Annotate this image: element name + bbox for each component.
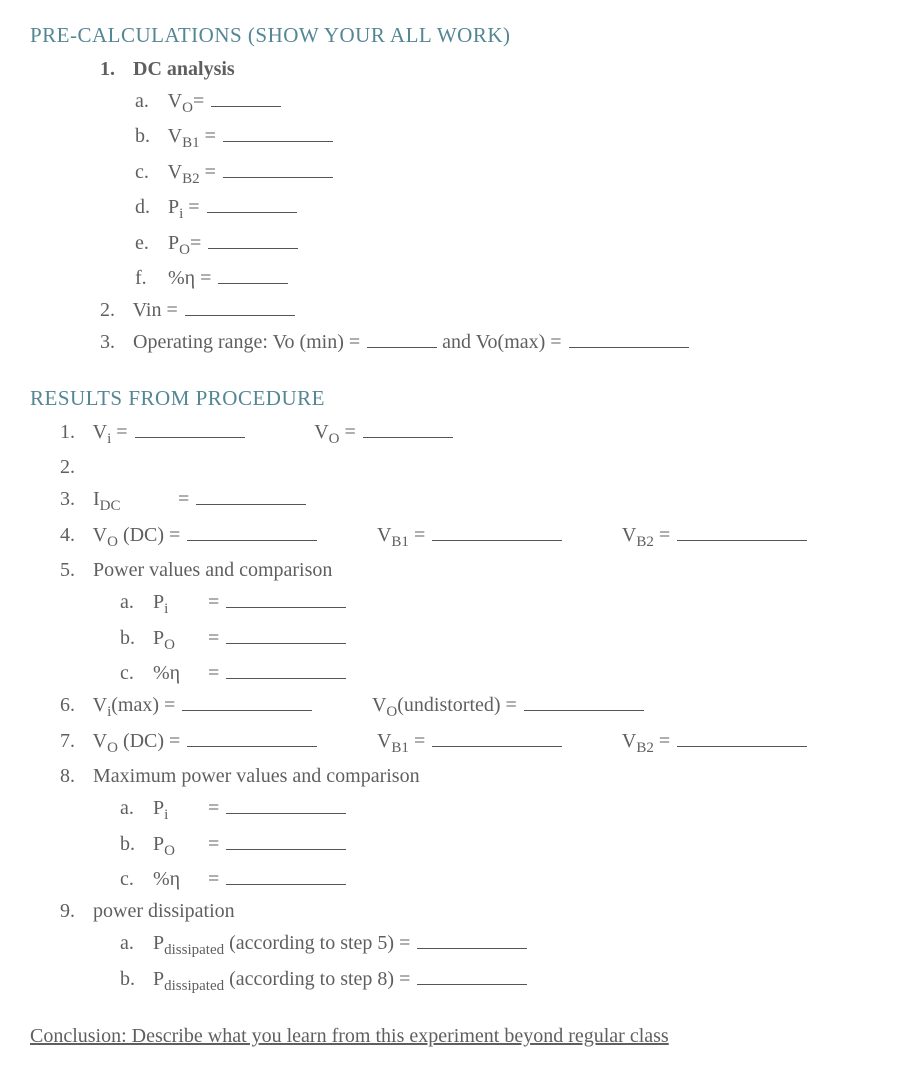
blank-input[interactable] (432, 522, 562, 541)
r9: 9. power dissipation (60, 896, 880, 926)
item-1f: f. %η = (135, 263, 880, 293)
precalc-heading: PRE-CALCULATIONS (SHOW YOUR ALL WORK) (30, 20, 880, 52)
blank-input[interactable] (187, 522, 317, 541)
blank-input[interactable] (223, 159, 333, 178)
blank-input[interactable] (187, 728, 317, 747)
r9a: a. Pdissipated (according to step 5) = (120, 928, 880, 962)
item-1a: a. VO= (135, 86, 880, 120)
r2: 2. (60, 452, 880, 482)
r8b: b. PO = (120, 829, 880, 863)
blank-input[interactable] (432, 728, 562, 747)
r8a: a. Pi = (120, 793, 880, 827)
blank-input[interactable] (223, 123, 333, 142)
blank-input[interactable] (208, 230, 298, 249)
blank-input[interactable] (196, 486, 306, 505)
r3: 3. IDC = (60, 484, 880, 518)
item-1-label: DC analysis (133, 58, 235, 80)
blank-input[interactable] (226, 866, 346, 885)
r8: 8. Maximum power values and comparison (60, 761, 880, 791)
item-3: 3. Operating range: Vo (min) = and Vo(ma… (100, 327, 880, 357)
blank-input[interactable] (211, 88, 281, 107)
item-2: 2. Vin = (100, 295, 880, 325)
blank-input[interactable] (367, 329, 437, 348)
blank-input[interactable] (135, 419, 245, 438)
item-1d: d. Pi = (135, 192, 880, 226)
item-1e: e. PO= (135, 228, 880, 262)
r9-sublist: a. Pdissipated (according to step 5) = b… (60, 928, 880, 997)
blank-input[interactable] (207, 194, 297, 213)
r5b: b. PO = (120, 623, 880, 657)
blank-input[interactable] (226, 795, 346, 814)
r9b: b. Pdissipated (according to step 8) = (120, 964, 880, 998)
blank-input[interactable] (226, 625, 346, 644)
blank-input[interactable] (185, 297, 295, 316)
conclusion-text: Conclusion: Describe what you learn from… (30, 1021, 880, 1051)
results-heading: RESULTS FROM PROCEDURE (30, 383, 880, 415)
item-1c: c. VB2 = (135, 157, 880, 191)
r5a: a. Pi = (120, 587, 880, 621)
blank-input[interactable] (363, 419, 453, 438)
r7: 7. VO (DC) = VB1 = VB2 = (60, 726, 880, 760)
item-1-sublist: a. VO= b. VB1 = c. VB2 = d. Pi = e. PO= … (100, 86, 880, 294)
blank-input[interactable] (218, 265, 288, 284)
r5c: c. %η = (120, 658, 880, 688)
item-1b: b. VB1 = (135, 121, 880, 155)
r4: 4. VO (DC) = VB1 = VB2 = (60, 520, 880, 554)
r5: 5. Power values and comparison (60, 555, 880, 585)
blank-input[interactable] (417, 966, 527, 985)
r1: 1. Vi = VO = (60, 417, 880, 451)
blank-input[interactable] (677, 728, 807, 747)
precalc-list: 1. DC analysis a. VO= b. VB1 = c. VB2 = … (30, 54, 880, 358)
blank-input[interactable] (417, 930, 527, 949)
item-1: 1. DC analysis (100, 54, 880, 84)
results-list: 1. Vi = VO = 2. 3. IDC = 4. VO (DC) = VB… (30, 417, 880, 998)
blank-input[interactable] (226, 831, 346, 850)
blank-input[interactable] (569, 329, 689, 348)
item-1-num: 1. (100, 54, 128, 84)
blank-input[interactable] (226, 589, 346, 608)
r5-sublist: a. Pi = b. PO = c. %η = (60, 587, 880, 688)
blank-input[interactable] (524, 692, 644, 711)
r6: 6. Vi(max) = VO(undistorted) = (60, 690, 880, 724)
blank-input[interactable] (182, 692, 312, 711)
r8c: c. %η = (120, 864, 880, 894)
r8-sublist: a. Pi = b. PO = c. %η = (60, 793, 880, 894)
blank-input[interactable] (226, 660, 346, 679)
blank-input[interactable] (677, 522, 807, 541)
